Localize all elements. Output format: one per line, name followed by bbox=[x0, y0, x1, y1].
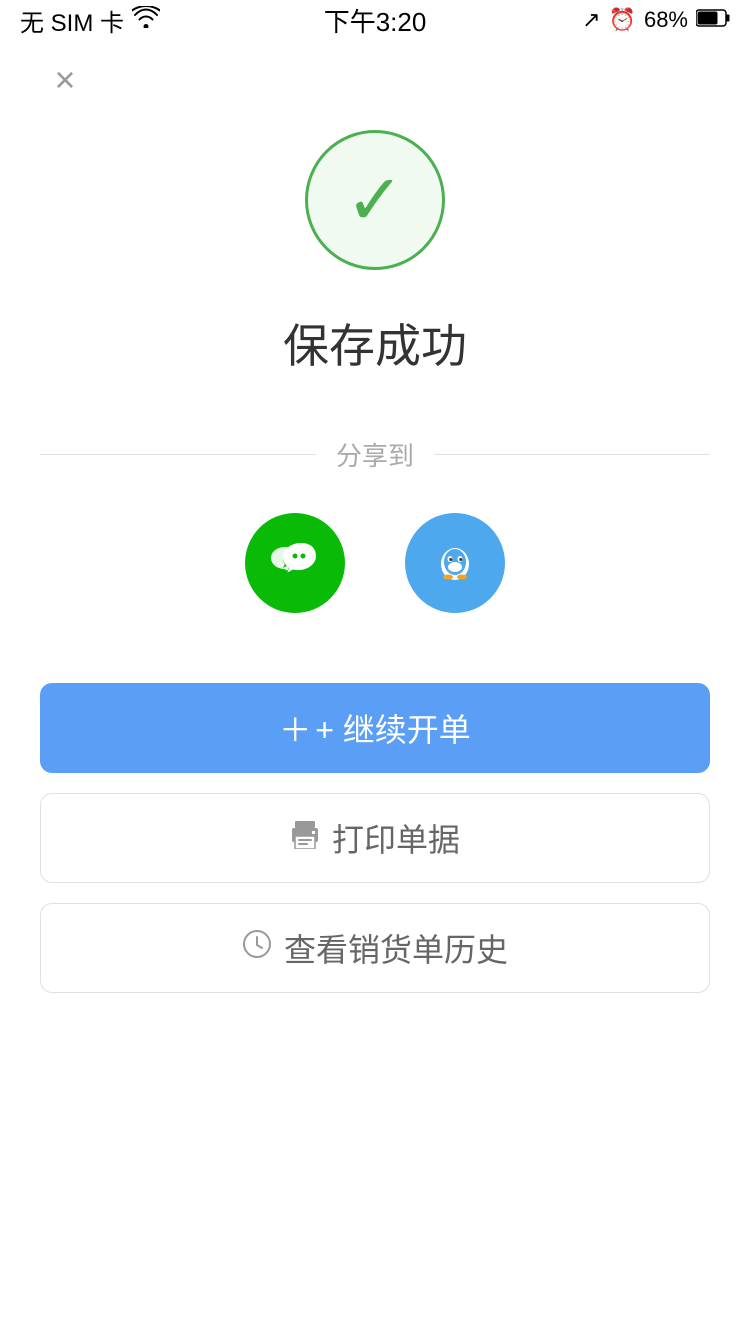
print-button[interactable]: 打印单据 bbox=[40, 793, 710, 883]
history-label: 查看销货单历史 bbox=[284, 925, 508, 971]
share-icons-row bbox=[245, 513, 505, 613]
print-icon bbox=[290, 820, 320, 857]
status-time: 下午3:20 bbox=[324, 2, 427, 39]
divider-row: 分享到 bbox=[0, 436, 750, 473]
success-title: 保存成功 bbox=[283, 310, 467, 376]
share-label: 分享到 bbox=[316, 436, 434, 473]
status-right: ↗ ⏰ 68% bbox=[582, 7, 730, 33]
battery-icon bbox=[696, 7, 730, 33]
continue-label: + 继续开单 bbox=[315, 705, 471, 751]
success-circle: ✓ bbox=[305, 130, 445, 270]
continue-button[interactable]: ＋ + 继续开单 bbox=[40, 683, 710, 773]
history-icon bbox=[242, 929, 272, 967]
wifi-icon bbox=[132, 6, 160, 35]
qq-share-button[interactable] bbox=[405, 513, 505, 613]
battery-label: 68% bbox=[644, 7, 688, 33]
location-icon: ↗ bbox=[582, 7, 600, 33]
divider-right bbox=[434, 454, 710, 455]
status-bar: 无 SIM 卡 下午3:20 ↗ ⏰ 68% bbox=[0, 0, 750, 40]
status-left: 无 SIM 卡 bbox=[20, 3, 160, 38]
checkmark-icon: ✓ bbox=[346, 165, 405, 235]
close-icon: × bbox=[54, 62, 75, 98]
history-button[interactable]: 查看销货单历史 bbox=[40, 903, 710, 993]
sim-label: 无 SIM 卡 bbox=[20, 3, 124, 38]
actions-section: ＋ + 继续开单 打印单据 bbox=[0, 683, 750, 993]
alarm-icon: ⏰ bbox=[609, 7, 636, 33]
print-label: 打印单据 bbox=[332, 815, 460, 861]
wechat-share-button[interactable] bbox=[245, 513, 345, 613]
share-section: 分享到 bbox=[0, 436, 750, 613]
close-button[interactable]: × bbox=[40, 55, 90, 105]
continue-icon: ＋ bbox=[279, 705, 311, 751]
main-content: ✓ 保存成功 分享到 bbox=[0, 40, 750, 993]
divider-left bbox=[40, 454, 316, 455]
